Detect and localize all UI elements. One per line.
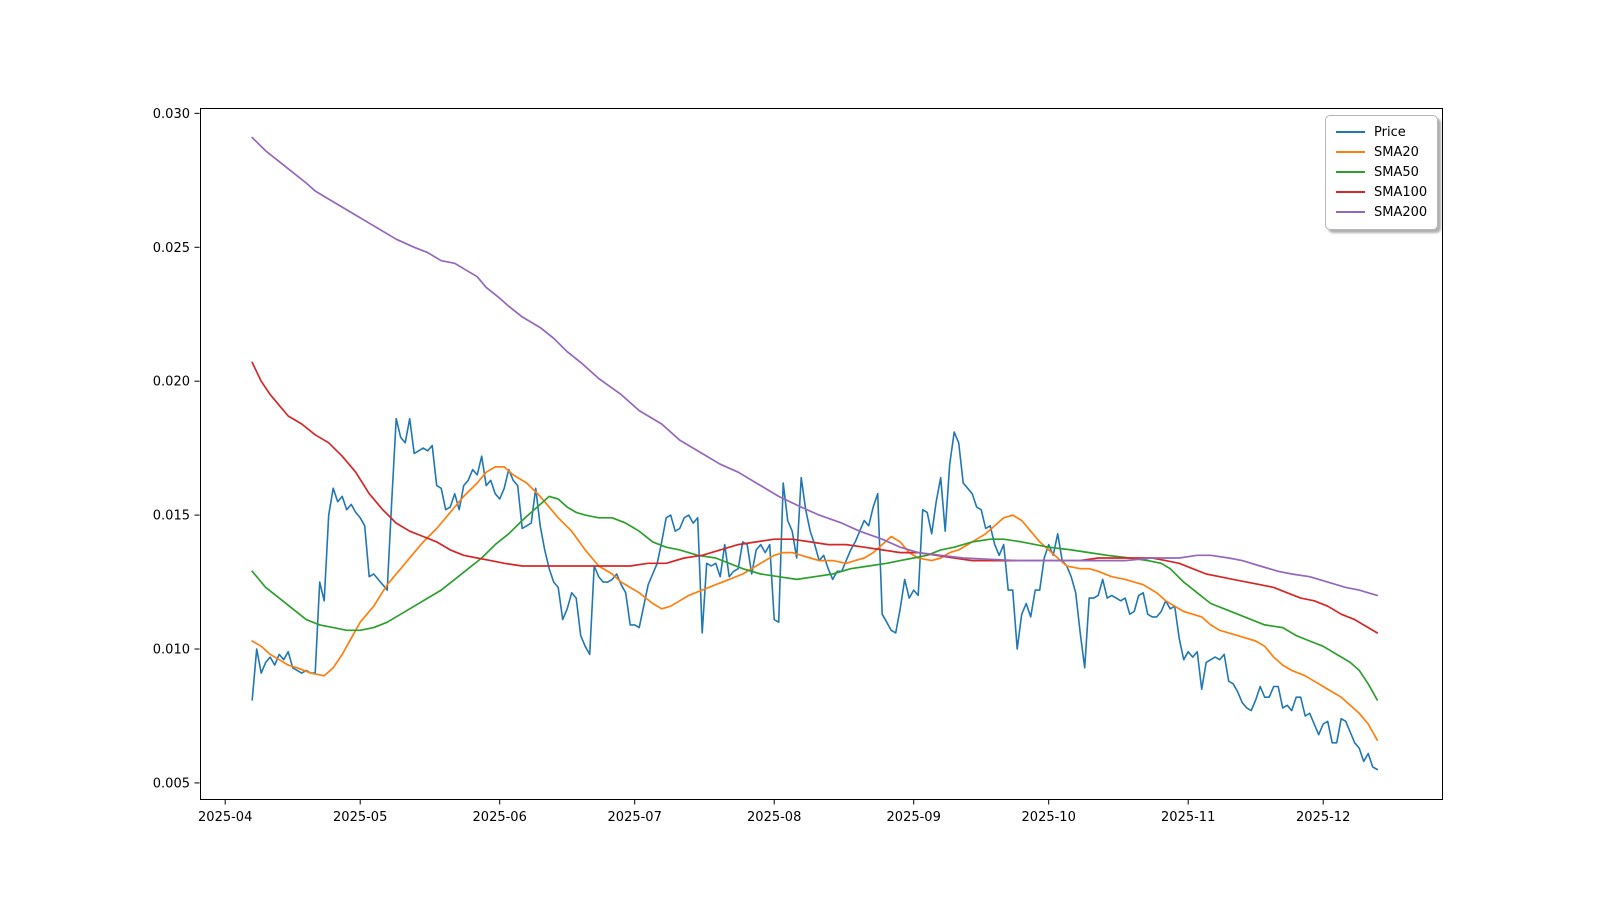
legend-line-swatch <box>1336 151 1365 153</box>
x-tick-label: 2025-04 <box>198 810 252 825</box>
legend-item-sma100: SMA100 <box>1336 182 1427 202</box>
y-tick-label: 0.005 <box>153 776 190 791</box>
legend-item-price: Price <box>1336 122 1427 142</box>
x-tick-label: 2025-12 <box>1296 810 1350 825</box>
legend-line-swatch <box>1336 191 1365 193</box>
legend-label: SMA20 <box>1374 144 1419 160</box>
series-line-sma100 <box>251 361 1379 634</box>
x-tick-label: 2025-10 <box>1022 810 1076 825</box>
legend-label: Price <box>1374 124 1406 140</box>
y-tick-label: 0.020 <box>153 375 190 390</box>
x-tick-label: 2025-09 <box>887 810 941 825</box>
legend-label: SMA50 <box>1374 164 1419 180</box>
legend-label: SMA200 <box>1374 204 1428 220</box>
legend-line-swatch <box>1336 171 1365 173</box>
legend: Price SMA20 SMA50 SMA100 SMA200 <box>1325 115 1438 230</box>
y-tick-label: 0.025 <box>153 241 190 256</box>
series-line-sma50 <box>251 495 1379 701</box>
legend-line-swatch <box>1336 211 1365 213</box>
y-tick-label: 0.030 <box>153 107 190 122</box>
x-tick-label: 2025-11 <box>1161 810 1215 825</box>
x-tick-label: 2025-06 <box>473 810 527 825</box>
axes-frame <box>200 108 1443 800</box>
x-tick-label: 2025-05 <box>333 810 387 825</box>
x-tick-label: 2025-07 <box>608 810 662 825</box>
x-tick-label: 2025-08 <box>747 810 801 825</box>
y-tick-label: 0.015 <box>153 509 190 524</box>
legend-item-sma50: SMA50 <box>1336 162 1427 182</box>
y-tick-label: 0.010 <box>153 643 190 658</box>
series-line-sma200 <box>251 136 1379 597</box>
series-line-sma20 <box>251 466 1379 741</box>
legend-label: SMA100 <box>1374 184 1428 200</box>
series-line-price <box>251 417 1378 771</box>
legend-line-swatch <box>1336 131 1365 133</box>
figure: 2025-04 2025-05 2025-06 2025-07 2025-08 2025-… <box>0 0 1600 900</box>
legend-item-sma20: SMA20 <box>1336 142 1427 162</box>
legend-item-sma200: SMA200 <box>1336 202 1427 222</box>
